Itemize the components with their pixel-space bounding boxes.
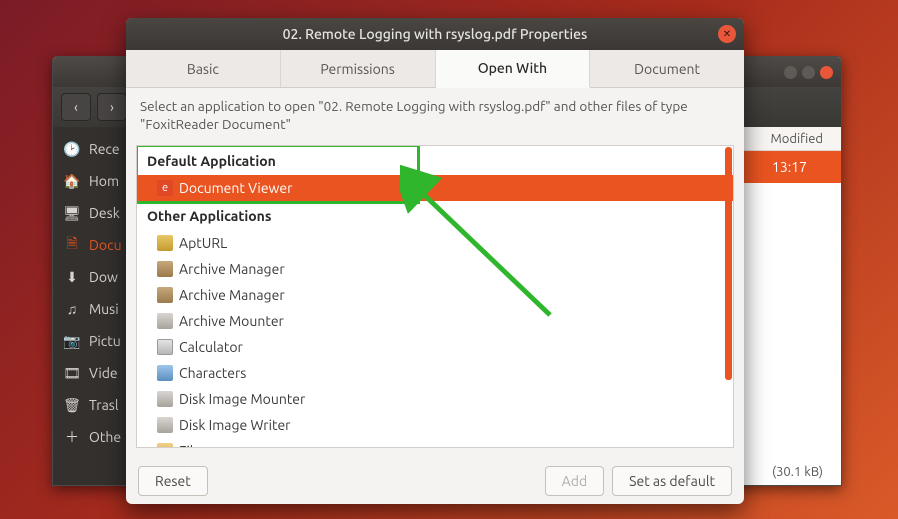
app-icon (157, 365, 173, 381)
dialog-close-button[interactable]: ✕ (718, 25, 736, 43)
app-label: AptURL (179, 235, 227, 251)
app-item[interactable]: Archive Manager (137, 282, 733, 308)
sidebar-item[interactable]: 🏠 Hom (53, 165, 133, 197)
status-bar: (30.1 kB) (754, 459, 841, 485)
tab-open-with[interactable]: Open With (436, 50, 591, 88)
tab-bar: BasicPermissionsOpen WithDocument (126, 50, 744, 88)
properties-dialog: 02. Remote Logging with rsyslog.pdf Prop… (126, 18, 744, 504)
application-list[interactable]: Default Application e Document Viewer Ot… (136, 145, 734, 448)
app-icon (157, 391, 173, 407)
file-row-time: 13:17 (772, 159, 807, 175)
nav-forward-button[interactable]: › (97, 93, 127, 121)
app-icon (157, 339, 173, 355)
nav-back-button[interactable]: ‹ (61, 93, 91, 121)
sidebar-item[interactable]: 🎞 Vide (53, 357, 133, 389)
tab-basic[interactable]: Basic (126, 50, 281, 87)
sidebar-item[interactable]: ⬇ Dow (53, 261, 133, 293)
scrollbar[interactable] (725, 147, 732, 446)
sidebar-label: Othe (89, 429, 121, 445)
sidebar-item[interactable]: 🖥 Desk (53, 197, 133, 229)
dialog-title: 02. Remote Logging with rsyslog.pdf Prop… (126, 26, 744, 42)
sidebar-label: Rece (89, 141, 120, 157)
app-item[interactable]: Archive Manager (137, 256, 733, 282)
sidebar-icon: 🕑 (64, 141, 80, 157)
app-item[interactable]: AptURL (137, 230, 733, 256)
app-item[interactable]: Files (137, 438, 733, 448)
scrollbar-thumb[interactable] (725, 147, 732, 380)
sidebar-label: Trasl (89, 397, 119, 413)
app-label: Document Viewer (179, 180, 292, 196)
sidebar-icon: 🖥 (64, 205, 80, 221)
app-item-document-viewer[interactable]: e Document Viewer (137, 175, 733, 201)
app-icon (157, 443, 173, 448)
app-item[interactable]: Calculator (137, 334, 733, 360)
app-icon (157, 287, 173, 303)
sidebar-item[interactable]: 📷 Pictu (53, 325, 133, 357)
sidebar-label: Hom (89, 173, 119, 189)
close-icon[interactable] (820, 66, 833, 79)
sidebar-icon: ♫ (64, 301, 80, 317)
document-viewer-icon: e (157, 180, 173, 196)
app-icon (157, 261, 173, 277)
sidebar-icon: 🏠 (64, 173, 80, 189)
sidebar-icon: 🎞 (64, 365, 80, 381)
set-default-button[interactable]: Set as default (612, 466, 732, 496)
sidebar-icon: ⬇ (64, 269, 80, 285)
maximize-icon[interactable] (802, 66, 815, 79)
tab-permissions[interactable]: Permissions (281, 50, 436, 87)
app-label: Archive Manager (179, 261, 285, 277)
sidebar-label: Dow (89, 269, 118, 285)
sidebar-item[interactable]: ＋ Othe (53, 421, 133, 453)
add-button[interactable]: Add (545, 466, 604, 496)
app-item[interactable]: Characters (137, 360, 733, 386)
status-size: (30.1 kB) (772, 465, 823, 479)
dialog-titlebar: 02. Remote Logging with rsyslog.pdf Prop… (126, 18, 744, 50)
app-label: Calculator (179, 339, 243, 355)
app-label: Archive Manager (179, 287, 285, 303)
minimize-icon[interactable] (784, 66, 797, 79)
app-label: Characters (179, 365, 246, 381)
app-label: Archive Mounter (179, 313, 284, 329)
sidebar-icon: 📷 (64, 333, 80, 349)
places-sidebar: 🕑 Rece 🏠 Hom 🖥 Desk 🗎 Docu ⬇ Dow ♫ Musi 📷 Pictu 🎞 Vide 🗑… (53, 127, 133, 485)
sidebar-icon: 🗑 (64, 397, 80, 413)
app-label: Disk Image Writer (179, 417, 290, 433)
section-other-applications: Other Applications (137, 201, 733, 230)
app-icon (157, 235, 173, 251)
section-default-application: Default Application (137, 146, 733, 175)
sidebar-item[interactable]: 🕑 Rece (53, 133, 133, 165)
sidebar-item[interactable]: 🗑 Trasl (53, 389, 133, 421)
app-item[interactable]: Archive Mounter (137, 308, 733, 334)
app-icon (157, 313, 173, 329)
sidebar-label: Vide (89, 365, 118, 381)
dialog-description: Select an application to open "02. Remot… (126, 88, 744, 145)
app-icon (157, 417, 173, 433)
reset-button[interactable]: Reset (138, 466, 208, 496)
sidebar-icon: 🗎 (64, 237, 80, 253)
sidebar-icon: ＋ (64, 429, 80, 445)
app-item[interactable]: Disk Image Writer (137, 412, 733, 438)
sidebar-label: Pictu (89, 333, 121, 349)
sidebar-label: Musi (89, 301, 119, 317)
sidebar-item[interactable]: ♫ Musi (53, 293, 133, 325)
app-label: Disk Image Mounter (179, 391, 305, 407)
app-label: Files (179, 443, 207, 448)
app-item[interactable]: Disk Image Mounter (137, 386, 733, 412)
sidebar-label: Docu (89, 237, 122, 253)
column-modified-label: Modified (770, 132, 823, 146)
sidebar-item[interactable]: 🗎 Docu (53, 229, 133, 261)
tab-document[interactable]: Document (590, 50, 744, 87)
dialog-footer: Reset Add Set as default (126, 458, 744, 504)
sidebar-label: Desk (89, 205, 120, 221)
